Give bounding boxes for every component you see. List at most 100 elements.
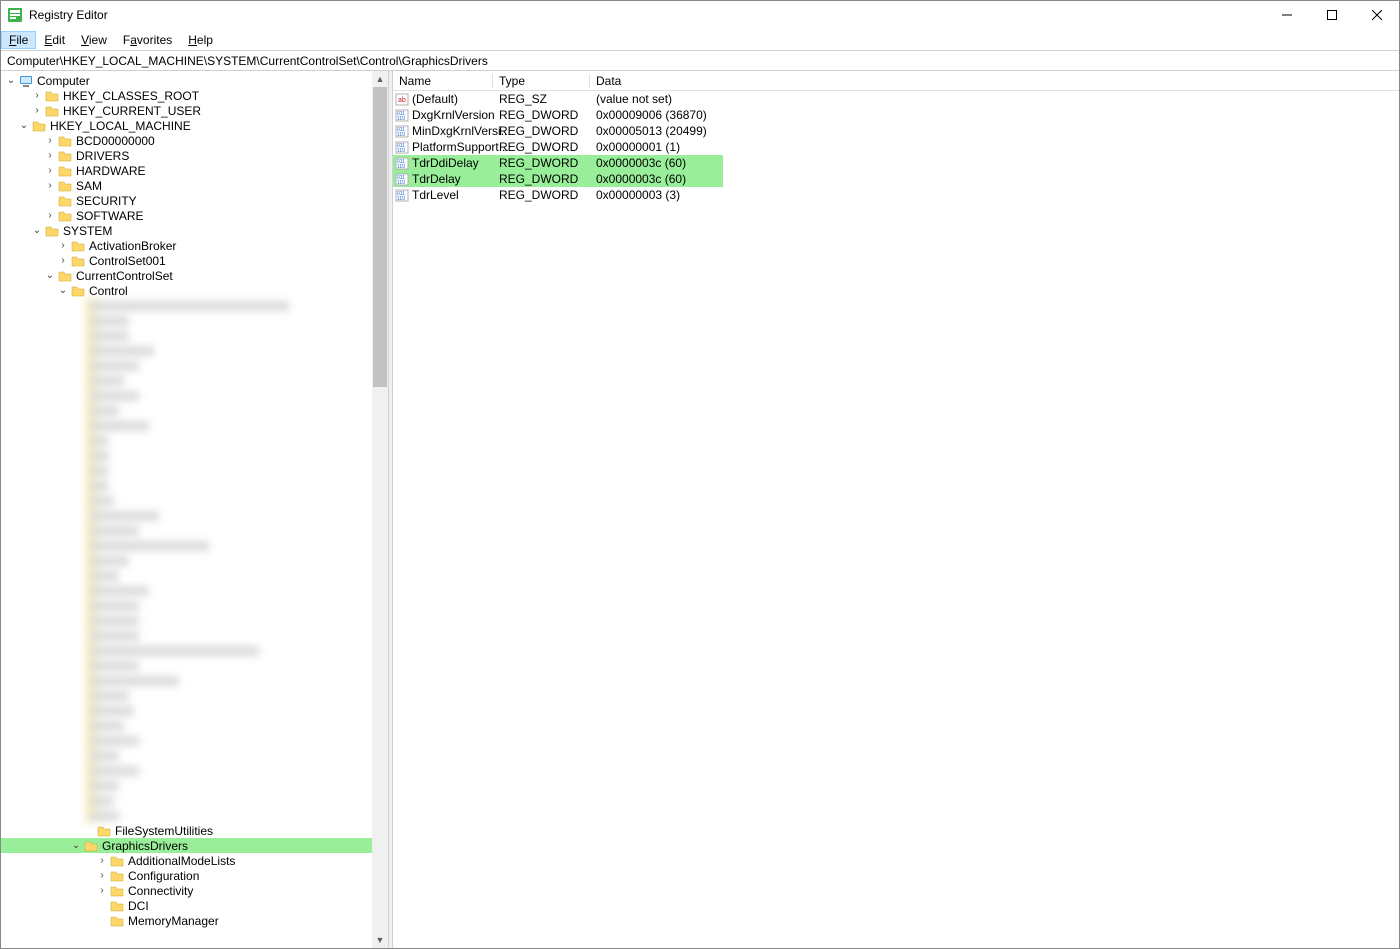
tree-node-control[interactable]: ⌄Control — [1, 283, 372, 298]
menu-help[interactable]: Help — [180, 31, 221, 49]
chevron-right-icon[interactable]: › — [96, 855, 108, 867]
value-data-cell: 0x0000003c (60) — [590, 172, 723, 186]
folder-icon — [58, 269, 72, 283]
value-data-cell: 0x00000003 (3) — [590, 188, 1399, 202]
svg-text:110: 110 — [397, 196, 405, 202]
value-name-cell: 011110TdrDelay — [393, 172, 493, 186]
binary-value-icon: 011110 — [395, 156, 409, 170]
tree-node-label: HKEY_LOCAL_MACHINE — [50, 119, 191, 133]
tree-node-connectivity[interactable]: ›Connectivity — [1, 883, 372, 898]
value-row[interactable]: 011110PlatformSupport...REG_DWORD0x00000… — [393, 139, 1399, 155]
chevron-down-icon[interactable]: ⌄ — [5, 75, 17, 87]
minimize-button[interactable] — [1264, 1, 1309, 29]
svg-text:110: 110 — [397, 164, 405, 170]
menu-file[interactable]: File — [1, 31, 36, 49]
folder-icon — [110, 899, 124, 913]
column-header-data[interactable]: Data — [590, 74, 1399, 88]
value-data-cell: 0x00000001 (1) — [590, 140, 1399, 154]
scroll-thumb[interactable] — [373, 87, 387, 387]
folder-icon — [58, 209, 72, 223]
value-name-cell: ab(Default) — [393, 92, 493, 106]
folder-icon — [58, 149, 72, 163]
chevron-right-icon[interactable]: › — [31, 90, 43, 102]
folder-icon — [97, 824, 111, 838]
tree-node-configuration[interactable]: › Configuration — [1, 868, 372, 883]
value-name-cell: 011110PlatformSupport... — [393, 140, 493, 154]
tree-node-security[interactable]: ›SECURITY — [1, 193, 372, 208]
chevron-right-icon[interactable]: › — [57, 255, 69, 267]
tree-node-memorymanager[interactable]: ›MemoryManager — [1, 913, 372, 928]
chevron-down-icon[interactable]: ⌄ — [70, 840, 82, 852]
tree-node-hkcr[interactable]: ›HKEY_CLASSES_ROOT — [1, 88, 372, 103]
tree-node-graphicsdrivers[interactable]: ⌄GraphicsDrivers — [1, 838, 372, 853]
chevron-right-icon[interactable]: › — [44, 165, 56, 177]
folder-icon — [84, 839, 98, 853]
chevron-down-icon[interactable]: ⌄ — [31, 225, 43, 237]
chevron-right-icon[interactable]: › — [96, 870, 108, 882]
folder-icon — [71, 284, 85, 298]
value-row[interactable]: ab(Default)REG_SZ(value not set) — [393, 91, 1399, 107]
chevron-right-icon[interactable]: › — [44, 150, 56, 162]
value-row[interactable]: 011110DxgKrnlVersionREG_DWORD0x00009006 … — [393, 107, 1399, 123]
value-row[interactable]: 011110MinDxgKrnlVersi...REG_DWORD0x00005… — [393, 123, 1399, 139]
folder-icon — [45, 89, 59, 103]
chevron-right-icon[interactable]: › — [96, 885, 108, 897]
tree-node-label: BCD00000000 — [76, 134, 155, 148]
menu-favorites[interactable]: Favorites — [115, 31, 180, 49]
chevron-down-icon[interactable]: ⌄ — [57, 285, 69, 297]
tree-node-hardware[interactable]: ›HARDWARE — [1, 163, 372, 178]
value-type-cell: REG_DWORD — [493, 124, 590, 138]
tree-node-bcd[interactable]: › BCD00000000 — [1, 133, 372, 148]
tree-node-controlset001[interactable]: › ControlSet001 — [1, 253, 372, 268]
tree-node-activationbroker[interactable]: ›ActivationBroker — [1, 238, 372, 253]
chevron-right-icon[interactable]: › — [44, 135, 56, 147]
registry-tree[interactable]: ⌄ Computer ›HKEY_CLASSES_ROOT ›HKEY_CURR… — [1, 71, 372, 948]
value-name: TdrLevel — [412, 188, 459, 202]
column-header-type[interactable]: Type — [493, 74, 590, 88]
chevron-down-icon[interactable]: ⌄ — [44, 270, 56, 282]
value-data-cell: 0x00005013 (20499) — [590, 124, 1399, 138]
maximize-button[interactable] — [1309, 1, 1354, 29]
menu-view[interactable]: View — [73, 31, 115, 49]
tree-node-sam[interactable]: › SAM — [1, 178, 372, 193]
chevron-right-icon[interactable]: › — [44, 180, 56, 192]
tree-node-hklm[interactable]: ⌄ HKEY_LOCAL_MACHINE — [1, 118, 372, 133]
chevron-right-icon[interactable]: › — [44, 210, 56, 222]
values-pane: Name Type Data ab(Default)REG_SZ(value n… — [393, 71, 1399, 948]
value-type-cell: REG_DWORD — [493, 188, 590, 202]
tree-node-filesystemutilities[interactable]: ›FileSystemUtilities — [1, 823, 372, 838]
window-controls — [1264, 1, 1399, 29]
tree-node-label: SAM — [76, 179, 102, 193]
address-bar[interactable]: Computer\HKEY_LOCAL_MACHINE\SYSTEM\Curre… — [1, 51, 1399, 71]
close-button[interactable] — [1354, 1, 1399, 29]
value-row[interactable]: 011110TdrDdiDelayREG_DWORD0x0000003c (60… — [393, 155, 723, 171]
value-row[interactable]: 011110TdrDelayREG_DWORD0x0000003c (60) — [393, 171, 723, 187]
tree-node-label: ControlSet001 — [89, 254, 166, 268]
tree-node-dci[interactable]: ›DCI — [1, 898, 372, 913]
tree-node-system[interactable]: ⌄SYSTEM — [1, 223, 372, 238]
tree-node-additionalmodelists[interactable]: › AdditionalModeLists — [1, 853, 372, 868]
tree-node-label: Computer — [37, 74, 90, 88]
menu-edit[interactable]: Edit — [36, 31, 73, 49]
folder-icon — [110, 884, 124, 898]
scroll-up-icon[interactable]: ▲ — [372, 71, 388, 87]
tree-scrollbar[interactable]: ▲ ▼ — [372, 71, 388, 948]
value-type-cell: REG_DWORD — [493, 108, 590, 122]
chevron-right-icon[interactable]: › — [57, 240, 69, 252]
tree-node-computer[interactable]: ⌄ Computer — [1, 73, 372, 88]
tree-node-label: AdditionalModeLists — [128, 854, 235, 868]
chevron-right-icon[interactable]: › — [31, 105, 43, 117]
tree-node-software[interactable]: ›SOFTWARE — [1, 208, 372, 223]
tree-node-hkcu[interactable]: ›HKEY_CURRENT_USER — [1, 103, 372, 118]
value-row[interactable]: 011110TdrLevelREG_DWORD0x00000003 (3) — [393, 187, 1399, 203]
tree-node-currentcontrolset[interactable]: ⌄CurrentControlSet — [1, 268, 372, 283]
chevron-down-icon[interactable]: ⌄ — [18, 120, 30, 132]
value-type-cell: REG_DWORD — [493, 140, 590, 154]
column-header-name[interactable]: Name — [393, 74, 493, 88]
value-type-cell: REG_DWORD — [493, 172, 590, 186]
tree-node-label: Configuration — [128, 869, 199, 883]
scroll-down-icon[interactable]: ▼ — [372, 932, 388, 948]
folder-icon — [71, 254, 85, 268]
tree-node-drivers[interactable]: ›DRIVERS — [1, 148, 372, 163]
value-name-cell: 011110DxgKrnlVersion — [393, 108, 493, 122]
